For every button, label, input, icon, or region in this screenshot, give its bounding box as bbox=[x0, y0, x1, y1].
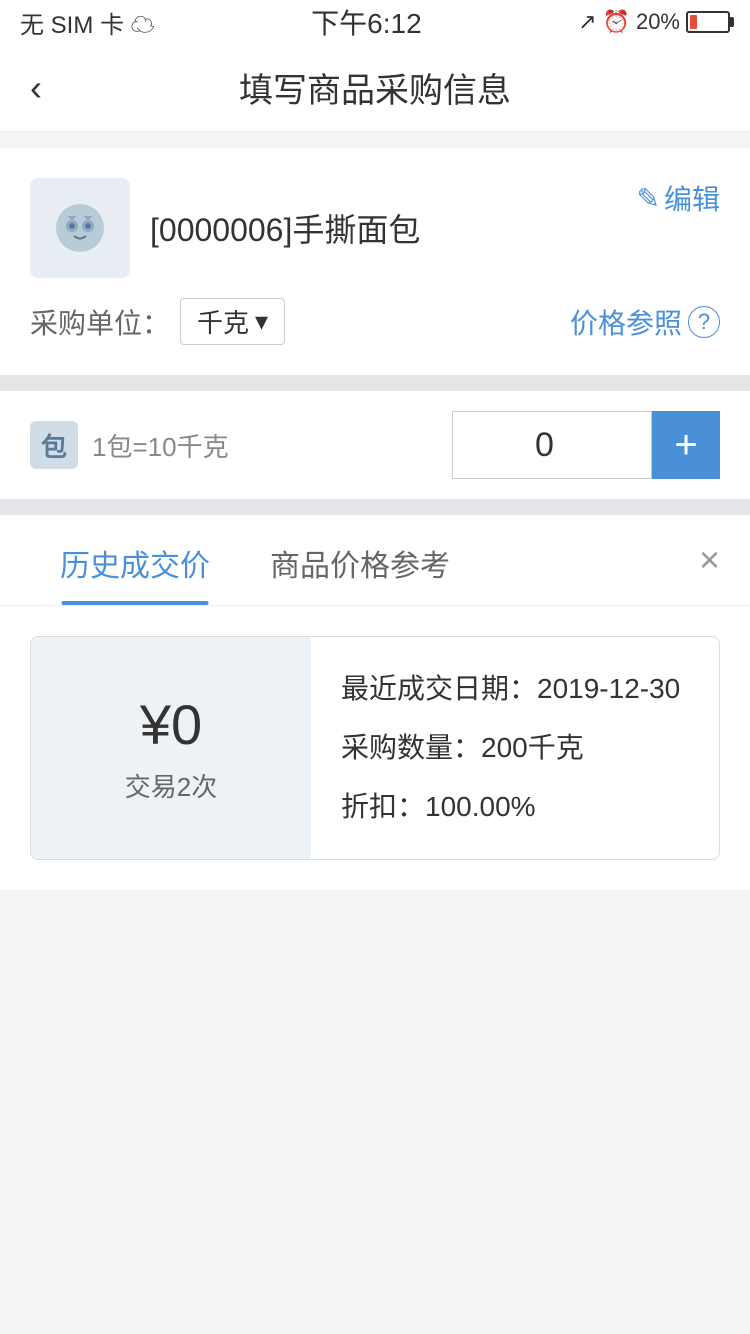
product-name: [0000006]手撕面包 bbox=[150, 205, 420, 251]
price-trades: 交易2次 bbox=[125, 767, 217, 804]
edit-label: 编辑 bbox=[664, 178, 720, 218]
sim-label: 无 SIM 卡 ☁ bbox=[20, 5, 155, 40]
unit-prefix: 采购单位： bbox=[30, 302, 170, 342]
unit-select[interactable]: 千克 ▾ bbox=[180, 298, 285, 345]
battery-percent: 20% bbox=[636, 9, 680, 35]
header: ‹ 填写商品采购信息 bbox=[0, 44, 750, 132]
quantity-input[interactable] bbox=[452, 411, 652, 479]
alarm-icon: ⏰ bbox=[603, 9, 630, 35]
date-value: 2019-12-30 bbox=[537, 673, 680, 704]
price-value: 0 bbox=[171, 693, 202, 756]
product-info: [0000006]手撕面包 bbox=[150, 205, 420, 251]
price-discount-row: 折扣：100.00% bbox=[341, 785, 689, 830]
price-reference-button[interactable]: 价格参照 ? bbox=[570, 302, 720, 342]
discount-label: 折扣： bbox=[341, 791, 425, 822]
product-top: [0000006]手撕面包 ✎ 编辑 bbox=[30, 178, 720, 278]
qty-unit-icon: 包 bbox=[30, 421, 78, 469]
price-amount: ¥0 bbox=[140, 692, 202, 757]
price-summary: ¥0 交易2次 bbox=[31, 637, 311, 859]
qty-plus-button[interactable]: + bbox=[652, 411, 720, 479]
tab-panel: 历史成交价 商品价格参考 × ¥0 交易2次 最近成交日期：2019-12-30… bbox=[0, 515, 750, 890]
qty-unit-info: 包 1包=10千克 bbox=[30, 421, 229, 469]
edit-button[interactable]: ✎ 编辑 bbox=[637, 178, 720, 218]
qty-label: 采购数量： bbox=[341, 732, 481, 763]
qty-conversion: 1包=10千克 bbox=[92, 427, 229, 464]
battery-fill bbox=[690, 15, 697, 29]
discount-value: 100.00% bbox=[425, 791, 536, 822]
status-right: ↗ ⏰ 20% bbox=[578, 9, 730, 35]
status-time: 下午6:12 bbox=[311, 2, 422, 42]
price-details: 最近成交日期：2019-12-30 采购数量：200千克 折扣：100.00% bbox=[311, 637, 719, 859]
tab-close-button[interactable]: × bbox=[699, 539, 720, 581]
date-label: 最近成交日期： bbox=[341, 673, 537, 704]
location-icon: ↗ bbox=[578, 9, 596, 35]
back-button[interactable]: ‹ bbox=[30, 67, 42, 109]
status-bar: 无 SIM 卡 ☁ 下午6:12 ↗ ⏰ 20% bbox=[0, 0, 750, 44]
gray-divider-1 bbox=[0, 375, 750, 391]
tab-history-price[interactable]: 历史成交价 bbox=[30, 515, 240, 605]
page-title: 填写商品采购信息 bbox=[239, 63, 511, 112]
tab-content: ¥0 交易2次 最近成交日期：2019-12-30 采购数量：200千克 折扣：… bbox=[0, 606, 750, 890]
battery-icon bbox=[686, 11, 730, 33]
price-ref-label: 价格参照 bbox=[570, 302, 682, 342]
edit-icon: ✎ bbox=[637, 182, 660, 215]
price-card: ¥0 交易2次 最近成交日期：2019-12-30 采购数量：200千克 折扣：… bbox=[30, 636, 720, 860]
section-divider bbox=[0, 499, 750, 515]
product-unit-row: 采购单位： 千克 ▾ 价格参照 ? bbox=[30, 298, 720, 345]
qty-value: 200千克 bbox=[481, 732, 584, 763]
tab-product-price[interactable]: 商品价格参考 bbox=[240, 515, 480, 605]
price-date-row: 最近成交日期：2019-12-30 bbox=[341, 667, 689, 712]
tab-header: 历史成交价 商品价格参考 × bbox=[0, 515, 750, 606]
quantity-row: 包 1包=10千克 + bbox=[0, 391, 750, 499]
status-left: 无 SIM 卡 ☁ bbox=[20, 5, 155, 40]
unit-value: 千克 bbox=[197, 303, 249, 340]
qty-input-group: + bbox=[452, 411, 720, 479]
price-qty-row: 采购数量：200千克 bbox=[341, 726, 689, 771]
help-icon: ? bbox=[688, 306, 720, 338]
dropdown-icon: ▾ bbox=[255, 306, 268, 337]
product-card: [0000006]手撕面包 ✎ 编辑 采购单位： 千克 ▾ 价格参照 ? bbox=[0, 148, 750, 375]
product-left: [0000006]手撕面包 bbox=[30, 178, 420, 278]
product-thumbnail bbox=[30, 178, 130, 278]
currency-symbol: ¥ bbox=[140, 693, 171, 756]
